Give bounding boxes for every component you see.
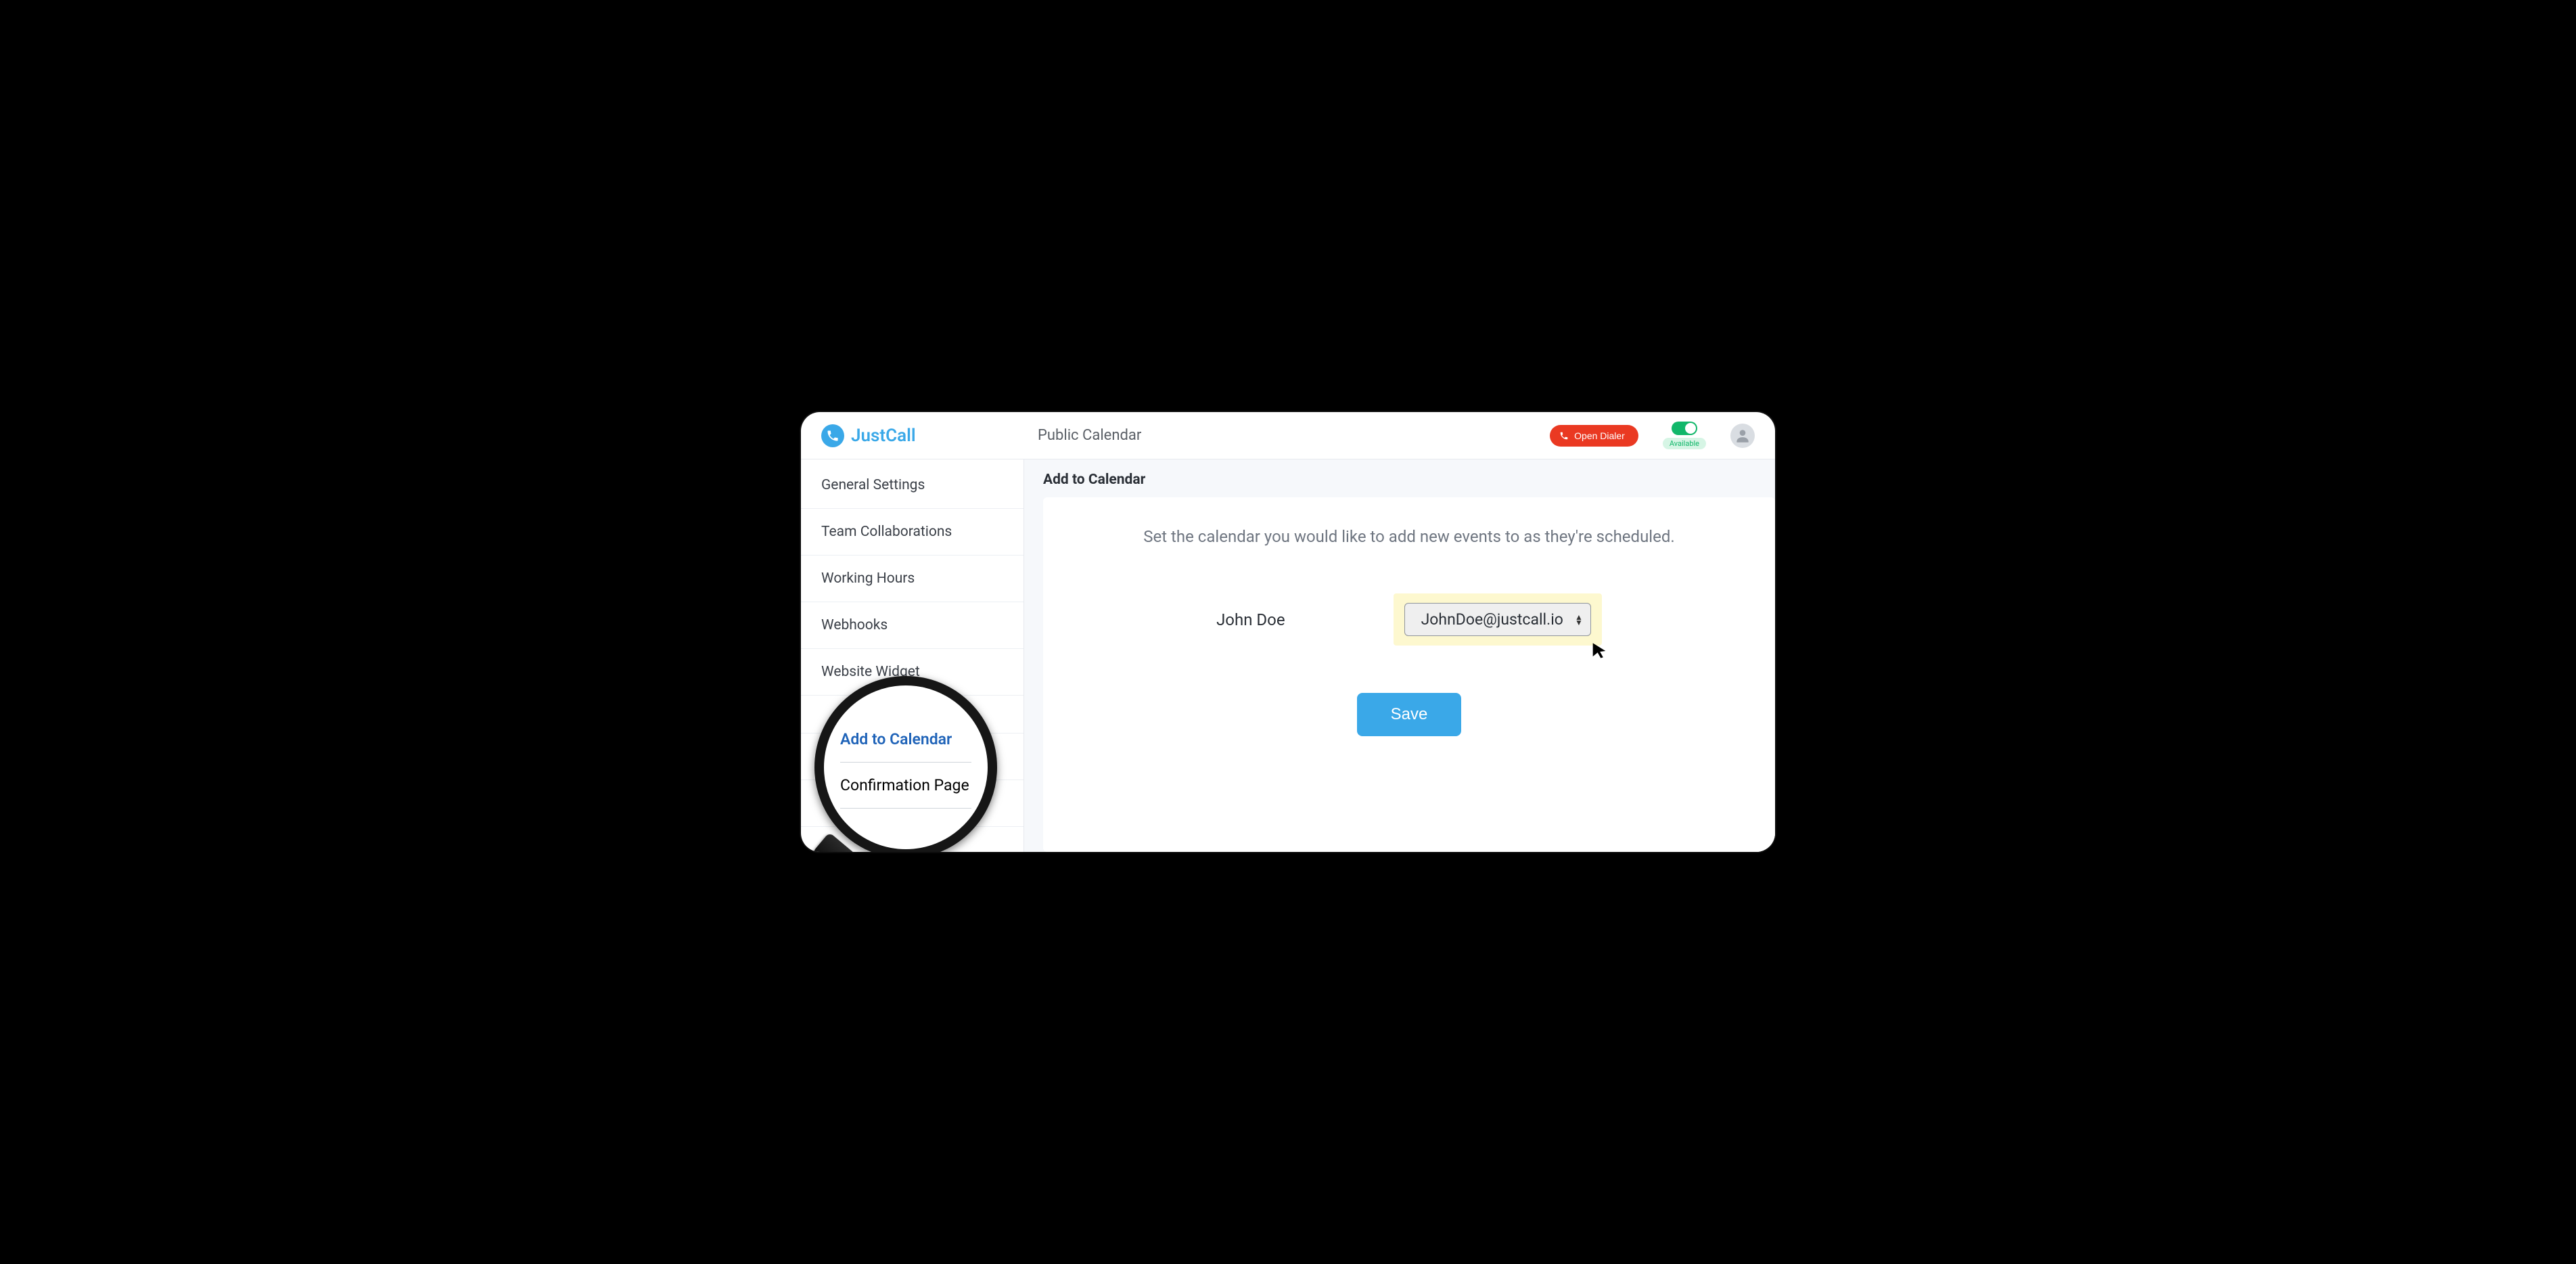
brand-icon (821, 424, 844, 447)
brand: JustCall (821, 424, 1024, 447)
sidebar-item-working-hours[interactable]: Working Hours (801, 556, 1024, 602)
calendar-select[interactable]: JohnDoe@justcall.io (1404, 603, 1591, 636)
sidebar-item-team-collaborations[interactable]: Team Collaborations (801, 509, 1024, 556)
phone-icon (1559, 431, 1569, 441)
card: Set the calendar you would like to add n… (1043, 497, 1775, 852)
section-title: Add to Calendar (1024, 459, 1775, 497)
sidebar-item-confirmation-page[interactable]: Confirmation Page (801, 780, 1024, 827)
availability-toggle[interactable] (1672, 422, 1697, 435)
dialer-label: Open Dialer (1574, 430, 1625, 441)
sidebar-item-add-to-calendar[interactable]: Add to Calendar (801, 733, 1024, 780)
avatar[interactable] (1730, 424, 1755, 448)
cursor-pointer-icon (1590, 641, 1609, 660)
save-button[interactable]: Save (1357, 693, 1462, 736)
sidebar-item-webhooks[interactable]: Webhooks (801, 602, 1024, 649)
sidebar-item-general-settings[interactable]: General Settings (801, 462, 1024, 509)
header: JustCall Public Calendar Open Dialer Ava… (801, 412, 1775, 459)
user-icon (1734, 427, 1751, 445)
card-description: Set the calendar you would like to add n… (1084, 527, 1734, 546)
sidebar-spacer (801, 696, 1024, 733)
main: Add to Calendar Set the calendar you wou… (1024, 459, 1775, 852)
body: General Settings Team Collaborations Wor… (801, 459, 1775, 852)
sidebar: General Settings Team Collaborations Wor… (801, 459, 1024, 852)
form-row: John Doe JohnDoe@justcall.io ▲▼ (1084, 593, 1734, 646)
status-badge: Available (1663, 438, 1706, 449)
header-right: Open Dialer Available (1550, 422, 1755, 449)
user-name-label: John Doe (1216, 610, 1285, 629)
stepper-icon: ▲▼ (1575, 614, 1583, 625)
status-column: Available (1663, 422, 1706, 449)
page-title: Public Calendar (1038, 427, 1536, 444)
open-dialer-button[interactable]: Open Dialer (1550, 425, 1638, 447)
calendar-select-highlight: JohnDoe@justcall.io ▲▼ (1394, 593, 1602, 646)
sidebar-item-website-widget[interactable]: Website Widget (801, 649, 1024, 696)
save-row: Save (1084, 693, 1734, 736)
app-window: JustCall Public Calendar Open Dialer Ava… (801, 412, 1775, 852)
calendar-select-value: JohnDoe@justcall.io (1421, 610, 1563, 629)
brand-name: JustCall (851, 426, 916, 446)
